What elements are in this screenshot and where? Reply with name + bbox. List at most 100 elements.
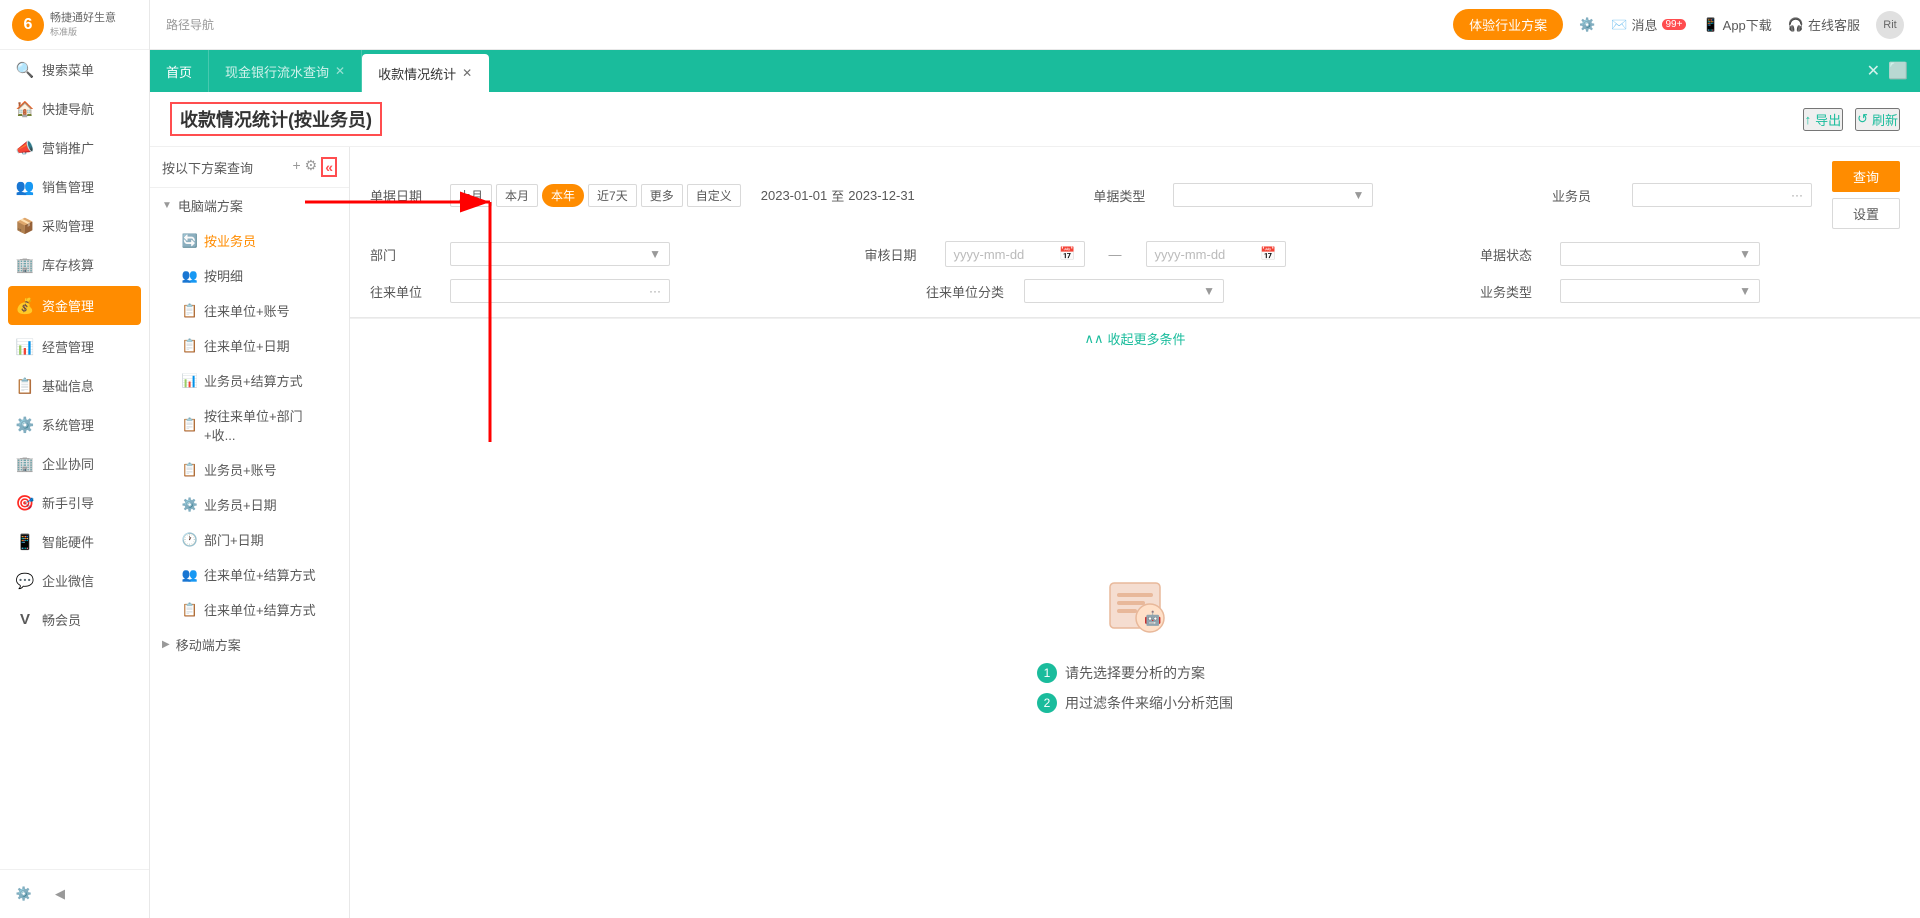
sidebar-item-smarthw[interactable]: 📱 智能硬件 xyxy=(0,522,149,561)
date-quick-group: 上月 本月 本年 近7天 更多 自定义 xyxy=(450,184,741,207)
tab-home[interactable]: 首页 xyxy=(150,50,209,92)
export-btn[interactable]: ↑ 导出 xyxy=(1803,108,1844,131)
biz-type-chevron: ▼ xyxy=(1739,284,1751,298)
scheme-item-staff-account[interactable]: 📋 业务员+账号 xyxy=(150,452,349,487)
scheme-ud-icon: 📋 xyxy=(182,338,198,354)
filter-row-3: 往来单位 ··· 往来单位分类 ▼ 业务类型 xyxy=(370,279,1900,303)
wechat-icon: 💬 xyxy=(16,572,34,590)
online-support-btn[interactable]: 🎧 在线客服 xyxy=(1788,15,1860,34)
refresh-btn[interactable]: ↺ 刷新 xyxy=(1855,108,1900,131)
tab-bank-flow-close[interactable]: ✕ xyxy=(335,64,345,78)
date-dash: — xyxy=(1109,247,1122,262)
logo-badge: 标准版 xyxy=(50,25,116,38)
date-btn-last-month[interactable]: 上月 xyxy=(450,184,492,207)
left-panel: 按以下方案查询 + ⚙ « ▼ 电脑端方案 🔄 按业务员 xyxy=(150,147,350,918)
sidebar-collapse-btn[interactable]: ◀ xyxy=(46,880,74,908)
step-1-text: 请先选择要分析的方案 xyxy=(1065,663,1205,683)
dept-select[interactable]: ▼ xyxy=(450,242,670,266)
scheme-item-dept-date[interactable]: 🕐 部门+日期 xyxy=(150,522,349,557)
scheme-item-unit-dept[interactable]: 📋 按往来单位+部门+收... xyxy=(150,398,349,452)
scheme-sa-icon: 📋 xyxy=(182,462,198,478)
page-header: 收款情况统计(按业务员) ↑ 导出 ↺ 刷新 xyxy=(150,92,1920,147)
collapse-btn[interactable]: ∧∧ 收起更多条件 xyxy=(1084,329,1185,348)
scheme-item-unit-date[interactable]: 📋 往来单位+日期 xyxy=(150,328,349,363)
member-icon: V xyxy=(16,611,34,629)
date-btn-custom[interactable]: 自定义 xyxy=(687,184,741,207)
tab-collection-stats-close[interactable]: ✕ xyxy=(462,66,472,80)
partner-more-icon: ··· xyxy=(649,284,661,298)
sidebar-item-guide[interactable]: 🎯 新手引导 xyxy=(0,483,149,522)
date-btn-more[interactable]: 更多 xyxy=(641,184,683,207)
scheme-item-label: 业务员+账号 xyxy=(204,460,277,479)
scheme-item-staff-date[interactable]: ⚙️ 业务员+日期 xyxy=(150,487,349,522)
message-icon: ✉️ xyxy=(1611,17,1627,33)
sidebar-item-inventory[interactable]: 🏢 库存核算 xyxy=(0,245,149,284)
desktop-group-title[interactable]: ▼ 电脑端方案 xyxy=(150,188,349,223)
user-avatar[interactable]: Rit xyxy=(1876,11,1904,39)
empty-step-1: 1 请先选择要分析的方案 xyxy=(1037,663,1233,683)
tab-collection-stats[interactable]: 收款情况统计 ✕ xyxy=(362,54,489,92)
scheme-settings-btn[interactable]: ⚙ xyxy=(305,157,318,177)
enterprise-icon: 🏢 xyxy=(16,455,34,473)
sidebar-settings-btn[interactable]: ⚙️ xyxy=(10,880,38,908)
doc-status-select[interactable]: ▼ xyxy=(1560,242,1760,266)
maximize-btn[interactable]: ⬜ xyxy=(1888,61,1908,81)
close-all-btn[interactable]: ✕ xyxy=(1867,61,1880,81)
sidebar-item-label: 资金管理 xyxy=(42,296,94,315)
scheme-item-unit-account[interactable]: 📋 往来单位+账号 xyxy=(150,293,349,328)
scheme-item-unit-settle1[interactable]: 👥 往来单位+结算方式 xyxy=(150,557,349,592)
scheme-item-by-staff[interactable]: 🔄 按业务员 xyxy=(150,223,349,258)
mobile-group-title[interactable]: ▶ 移动端方案 xyxy=(150,627,349,662)
sidebar-item-wechat[interactable]: 💬 企业微信 xyxy=(0,561,149,600)
sidebar-item-sales[interactable]: 👥 销售管理 xyxy=(0,167,149,206)
scheme-item-label: 按明细 xyxy=(204,266,243,285)
partner-select[interactable]: ··· xyxy=(450,279,670,303)
tab-home-label: 首页 xyxy=(166,62,192,81)
sidebar-item-basic[interactable]: 📋 基础信息 xyxy=(0,366,149,405)
partner-category-select[interactable]: ▼ xyxy=(1024,279,1224,303)
svg-text:🤖: 🤖 xyxy=(1144,610,1161,627)
audit-date-from[interactable]: yyyy-mm-dd 📅 xyxy=(945,241,1085,267)
date-range: 2023-01-01 至 2023-12-31 xyxy=(761,186,915,205)
sidebar-logo: 6 畅捷通好生意 标准版 xyxy=(0,0,149,50)
filter-settings-btn[interactable]: 设置 xyxy=(1832,198,1900,229)
sidebar-item-search[interactable]: 🔍 搜索菜单 xyxy=(0,50,149,89)
step-num-1: 1 xyxy=(1037,663,1057,683)
sidebar-item-purchase[interactable]: 📦 采购管理 xyxy=(0,206,149,245)
audit-date-to[interactable]: yyyy-mm-dd 📅 xyxy=(1146,241,1286,267)
home-icon: 🏠 xyxy=(16,100,34,118)
query-btn[interactable]: 查询 xyxy=(1832,161,1900,192)
tab-bank-flow[interactable]: 现金银行流水查询 ✕ xyxy=(209,50,362,92)
doc-type-select[interactable]: ▼ xyxy=(1173,183,1373,207)
scheme-item-by-detail[interactable]: 👥 按明细 xyxy=(150,258,349,293)
sidebar-item-quicknav[interactable]: 🏠 快捷导航 xyxy=(0,89,149,128)
sidebar-item-label: 搜索菜单 xyxy=(42,60,94,79)
doc-status-chevron: ▼ xyxy=(1739,247,1751,261)
collapse-row: ∧∧ 收起更多条件 xyxy=(350,318,1920,358)
date-btn-this-year[interactable]: 本年 xyxy=(542,184,584,207)
app-download-btn[interactable]: 📱 App下载 xyxy=(1702,15,1771,34)
staff-select[interactable]: ··· xyxy=(1632,183,1812,207)
tabbar-controls: ✕ ⬜ xyxy=(1855,50,1920,92)
sidebar-item-operations[interactable]: 📊 经营管理 xyxy=(0,327,149,366)
sidebar-item-enterprise[interactable]: 🏢 企业协同 xyxy=(0,444,149,483)
dept-label: 部门 xyxy=(370,245,430,264)
trial-btn[interactable]: 体验行业方案 xyxy=(1453,9,1563,40)
date-btn-this-month[interactable]: 本月 xyxy=(496,184,538,207)
dept-chevron: ▼ xyxy=(649,247,661,261)
scheme-item-unit-settle2[interactable]: 📋 往来单位+结算方式 xyxy=(150,592,349,627)
gear-icon: ⚙️ xyxy=(1579,17,1595,33)
scheme-collapse-btn[interactable]: « xyxy=(321,157,337,177)
message-btn[interactable]: ✉️ 消息 99+ xyxy=(1611,15,1686,34)
export-icon: ↑ xyxy=(1805,112,1812,127)
date-btn-7days[interactable]: 近7天 xyxy=(588,184,637,207)
calendar-icon-2: 📅 xyxy=(1260,246,1276,262)
sidebar-item-system[interactable]: ⚙️ 系统管理 xyxy=(0,405,149,444)
settings-btn-top[interactable]: ⚙️ xyxy=(1579,17,1595,33)
add-scheme-btn[interactable]: + xyxy=(292,157,300,177)
scheme-item-staff-settle[interactable]: 📊 业务员+结算方式 xyxy=(150,363,349,398)
sidebar-item-marketing[interactable]: 📣 营销推广 xyxy=(0,128,149,167)
sidebar-item-finance[interactable]: 💰 资金管理 xyxy=(8,286,141,325)
biz-type-select[interactable]: ▼ xyxy=(1560,279,1760,303)
sidebar-item-member[interactable]: V 畅会员 xyxy=(0,600,149,639)
